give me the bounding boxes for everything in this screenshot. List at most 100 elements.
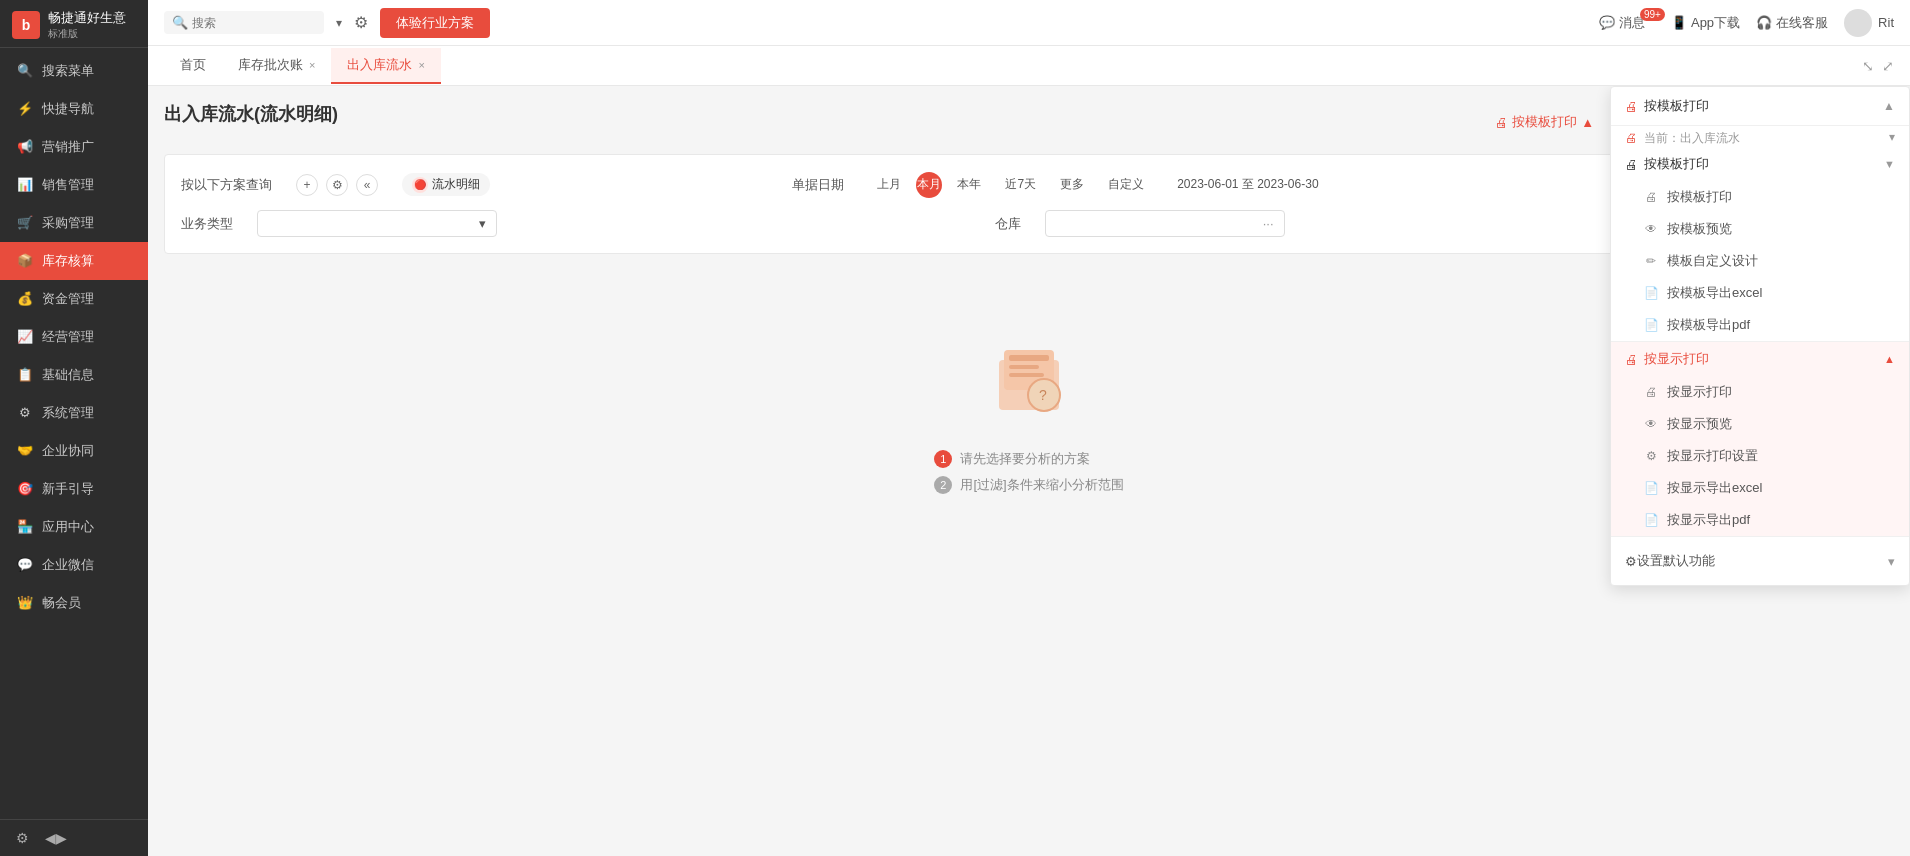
svg-rect-2: [1009, 355, 1049, 361]
page-title: 出入库流水(流水明细): [164, 102, 338, 126]
dp-item-label: 模板自定义设计: [1667, 252, 1758, 270]
sidebar-item-wechat[interactable]: 💬 企业微信: [0, 546, 148, 584]
date-filter-tags: 上月 本月 本年 近7天 更多 自定义: [868, 172, 1153, 198]
date-tag-more[interactable]: 更多: [1051, 172, 1093, 197]
date-tag-custom[interactable]: 自定义: [1099, 172, 1153, 197]
sidebar-item-search[interactable]: 🔍 搜索菜单: [0, 52, 148, 90]
date-tag-this-month[interactable]: 本月: [916, 172, 942, 198]
tab-restore-icon[interactable]: ⤡: [1862, 58, 1874, 74]
print-dropdown-panel: 🖨 按模板打印 ▲ 🖨 当前：出入库流水 ▾ 🖨 按模板打印: [1610, 86, 1910, 586]
tab-batch[interactable]: 库存批次账 ×: [222, 48, 331, 84]
sidebar-item-label: 基础信息: [42, 366, 94, 384]
app-download[interactable]: 📱 App下载: [1671, 14, 1740, 32]
dp-item-display-print[interactable]: 🖨 按显示打印: [1611, 376, 1909, 408]
print-template-button[interactable]: 🖨 按模板打印 ▲: [1487, 109, 1602, 135]
top-header: 🔍 ▾ ⚙ 体验行业方案 💬 消息 99+ 📱 App下载 🎧 在: [148, 0, 1910, 46]
biz-type-chevron: ▾: [479, 216, 486, 231]
user-menu[interactable]: Rit: [1844, 9, 1894, 37]
filter-add-button[interactable]: +: [296, 174, 318, 196]
sidebar-item-guide[interactable]: 🎯 新手引导: [0, 470, 148, 508]
tab-batch-close[interactable]: ×: [309, 59, 315, 71]
dp-header-chevron[interactable]: ▲: [1883, 99, 1895, 113]
purchase-icon: 🛒: [16, 214, 34, 232]
message-count: 99+: [1640, 8, 1665, 21]
sidebar-item-label: 资金管理: [42, 290, 94, 308]
customer-service[interactable]: 🎧 在线客服: [1756, 14, 1828, 32]
dp-item-template-design[interactable]: ✏ 模板自定义设计: [1611, 245, 1909, 277]
brand-name: 畅捷通好生意: [48, 10, 126, 27]
dp-item-display-pdf[interactable]: 📄 按显示导出pdf: [1611, 504, 1909, 536]
basic-icon: 📋: [16, 366, 34, 384]
empty-illustration: ?: [979, 330, 1079, 430]
message-badge[interactable]: 💬 消息 99+: [1599, 14, 1655, 32]
dp-item-template-excel[interactable]: 📄 按模板导出excel: [1611, 277, 1909, 309]
header-search-box[interactable]: 🔍: [164, 11, 324, 34]
dp-item-display-preview[interactable]: 👁 按显示预览: [1611, 408, 1909, 440]
sidebar-item-quick-nav[interactable]: ⚡ 快捷导航: [0, 90, 148, 128]
dp-item-icon: ✏: [1643, 253, 1659, 269]
header-gear-icon[interactable]: ⚙: [354, 13, 368, 32]
filter-collapse-btn[interactable]: «: [356, 174, 378, 196]
dp-item-label: 按模板预览: [1667, 220, 1732, 238]
warehouse-select[interactable]: ···: [1045, 210, 1285, 237]
dp-item-template-preview[interactable]: 👁 按模板预览: [1611, 213, 1909, 245]
sidebar-item-label: 搜索菜单: [42, 62, 94, 80]
sidebar-bottom: ⚙ ◀▶: [0, 819, 148, 856]
logo: b 畅捷通好生意 标准版: [0, 0, 148, 48]
search-input[interactable]: [192, 16, 292, 30]
dp-template-icon: 🖨: [1625, 157, 1638, 172]
tab-maximize-icon[interactable]: ⤢: [1882, 58, 1894, 74]
message-icon: 💬: [1599, 15, 1615, 30]
date-tag-7days[interactable]: 近7天: [996, 172, 1045, 197]
date-tag-last-month[interactable]: 上月: [868, 172, 910, 197]
dp-item-template-print[interactable]: 🖨 按模板打印: [1611, 181, 1909, 213]
sidebar-item-system[interactable]: ⚙ 系统管理: [0, 394, 148, 432]
sidebar-item-basic[interactable]: 📋 基础信息: [0, 356, 148, 394]
dp-default-setting[interactable]: ⚙ 设置默认功能 ▾: [1625, 545, 1895, 577]
page-content: 出入库流水(流水明细) 🖨 按模板打印 ▲ ⬆ 导出 🔄 刷新: [148, 86, 1910, 856]
sidebar-item-operations[interactable]: 📈 经营管理: [0, 318, 148, 356]
dp-item-display-settings[interactable]: ⚙ 按显示打印设置: [1611, 440, 1909, 472]
sidebar-item-appstore[interactable]: 🏪 应用中心: [0, 508, 148, 546]
print-btn-label: 按模板打印: [1512, 113, 1577, 131]
tab-home[interactable]: 首页: [164, 48, 222, 84]
dp-current-icon: 🖨: [1625, 131, 1637, 145]
quick-nav-icon: ⚡: [16, 100, 34, 118]
sidebar-item-cooperation[interactable]: 🤝 企业协同: [0, 432, 148, 470]
dp-item-display-excel[interactable]: 📄 按显示导出excel: [1611, 472, 1909, 504]
wechat-icon: 💬: [16, 556, 34, 574]
date-tag-this-year[interactable]: 本年: [948, 172, 990, 197]
tab-flow[interactable]: 出入库流水 ×: [331, 48, 440, 84]
vip-icon: 👑: [16, 594, 34, 612]
industry-solution-button[interactable]: 体验行业方案: [380, 8, 490, 38]
biz-type-select[interactable]: ▾: [257, 210, 497, 237]
warehouse-more-icon: ···: [1263, 216, 1274, 231]
dp-item-label: 按显示预览: [1667, 415, 1732, 433]
dp-template-header[interactable]: 🖨 按模板打印 ▼: [1611, 147, 1909, 181]
tab-flow-close[interactable]: ×: [418, 59, 424, 71]
sidebar-item-sales[interactable]: 📊 销售管理: [0, 166, 148, 204]
sidebar-item-marketing[interactable]: 📢 营销推广: [0, 128, 148, 166]
sidebar-collapse-icon[interactable]: ◀▶: [45, 830, 67, 846]
inventory-icon: 📦: [16, 252, 34, 270]
sidebar-item-finance[interactable]: 💰 资金管理: [0, 280, 148, 318]
dp-display-items: 🖨 按显示打印 👁 按显示预览 ⚙ 按显示打印设置 📄: [1611, 376, 1909, 536]
filter-label-date: 按以下方案查询: [181, 176, 272, 194]
dp-current-chevron[interactable]: ▾: [1889, 130, 1895, 144]
dp-display-header[interactable]: 🖨 按显示打印 ▲: [1611, 342, 1909, 376]
sidebar-settings-icon[interactable]: ⚙: [16, 830, 29, 846]
dp-display-title: 按显示打印: [1644, 350, 1709, 368]
sales-icon: 📊: [16, 176, 34, 194]
filter-gear-button[interactable]: ⚙: [326, 174, 348, 196]
sidebar-item-label: 新手引导: [42, 480, 94, 498]
sidebar-item-vip[interactable]: 👑 畅会员: [0, 584, 148, 622]
header-dropdown-btn[interactable]: ▾: [336, 16, 342, 30]
dp-item-template-pdf[interactable]: 📄 按模板导出pdf: [1611, 309, 1909, 341]
sidebar-item-inventory[interactable]: 📦 库存核算: [0, 242, 148, 280]
sidebar-item-purchase[interactable]: 🛒 采购管理: [0, 204, 148, 242]
dp-item-label: 按模板打印: [1667, 188, 1732, 206]
step-2-text: 用[过滤]条件来缩小分析范围: [960, 476, 1123, 494]
sidebar-item-label: 采购管理: [42, 214, 94, 232]
appstore-icon: 🏪: [16, 518, 34, 536]
brand-sub: 标准版: [48, 27, 126, 41]
